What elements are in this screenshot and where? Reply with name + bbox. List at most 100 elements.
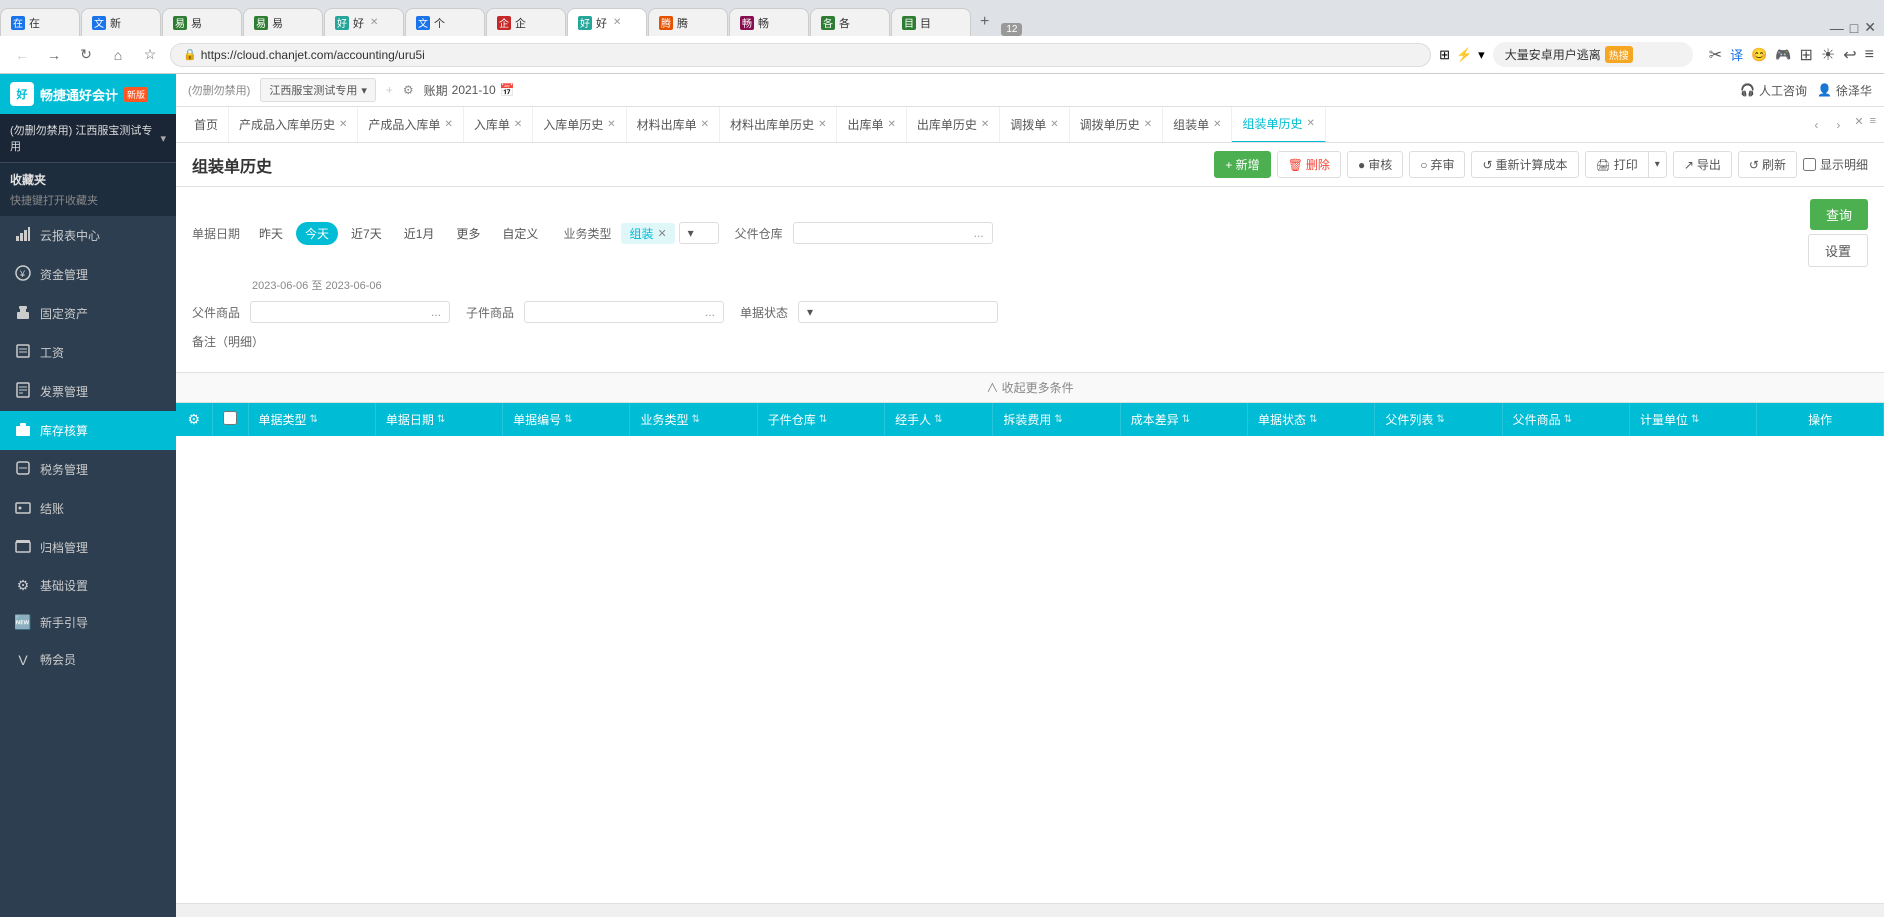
th-child-warehouse[interactable]: 子件仓库⇅ [757,403,884,436]
show-detail-checkbox[interactable] [1803,158,1816,171]
apps-icon[interactable]: ⊞ [1439,47,1450,63]
user-area[interactable]: 👤 徐泽华 [1817,82,1872,99]
game-icon[interactable]: 🎮 [1775,47,1791,63]
delete-button[interactable]: 🗑 删除 [1277,151,1341,178]
company-selector[interactable]: (勿删勿禁用) 江西服宝测试专用 ▾ [0,114,176,163]
th-settings[interactable]: ⚙ [176,403,212,436]
nav-tab-close-3[interactable]: ✕ [514,119,522,130]
nav-more[interactable]: ≡ [1870,115,1876,135]
nav-tab-close-6[interactable]: ✕ [818,119,826,130]
browser-tab-7[interactable]: 企 企 [486,8,566,36]
nav-tab-close-5[interactable]: ✕ [701,119,709,130]
nav-tab-transfer-history[interactable]: 调拨单历史 ✕ [1070,107,1163,143]
browser-tab-6[interactable]: 文 个 [405,8,485,36]
show-detail-checkbox-label[interactable]: 显示明细 [1803,156,1868,173]
date-btn-custom[interactable]: 自定义 [493,222,547,245]
recalc-button[interactable]: ↺ 重新计算成本 [1471,151,1578,178]
query-button[interactable]: 查询 [1810,199,1868,230]
browser-tab-2[interactable]: 文 新 [81,8,161,36]
date-btn-7days[interactable]: 近7天 [342,222,391,245]
undo-icon[interactable]: ↩ [1843,45,1856,65]
maximize-button[interactable]: □ [1850,20,1858,36]
sidebar-item-invoice[interactable]: 发票管理 [0,372,176,411]
nav-tab-close-9[interactable]: ✕ [1050,119,1058,130]
new-tab-button[interactable]: + [972,8,997,36]
abandon-button[interactable]: ○ 弃审 [1409,151,1465,178]
tab-close-8[interactable]: ✕ [613,17,621,28]
nav-tab-transfer[interactable]: 调拨单 ✕ [1000,107,1069,143]
sidebar-item-inventory[interactable]: 库存核算 [0,411,176,450]
translate-icon[interactable]: 译 [1730,45,1743,64]
date-btn-1month[interactable]: 近1月 [395,222,444,245]
scissors-icon[interactable]: ✂ [1709,45,1722,65]
tab-close-5[interactable]: ✕ [370,17,378,28]
sidebar-item-guide[interactable]: 🆕 新手引导 [0,604,176,641]
sun-icon[interactable]: ☀ [1821,45,1835,65]
favorites-subtitle[interactable]: 快捷键打开收藏夹 [10,192,166,208]
refresh-button[interactable]: ↻ [74,43,98,67]
nav-tab-prod-inbound-history[interactable]: 产成品入库单历史 ✕ [229,107,358,143]
parent-warehouse-more[interactable]: ... [974,226,984,240]
th-date[interactable]: 单据日期⇅ [375,403,502,436]
export-button[interactable]: ↗ 导出 [1673,151,1732,178]
th-biz-type[interactable]: 业务类型⇅ [630,403,757,436]
nav-tab-material-outbound[interactable]: 材料出库单 ✕ [627,107,720,143]
sidebar-item-member[interactable]: V 畅会员 [0,641,176,678]
parent-goods-more[interactable]: ... [431,305,441,319]
th-disassembly-fee[interactable]: 拆装费用⇅ [993,403,1120,436]
nav-tab-prod-inbound[interactable]: 产成品入库单 ✕ [358,107,463,143]
star-button[interactable]: ☆ [138,43,162,67]
print-dropdown-arrow[interactable]: ▾ [1649,155,1666,174]
sidebar-logo[interactable]: 好 畅捷通好会计 新版 [0,74,176,114]
browser-tab-1[interactable]: 在 在 [0,8,80,36]
lightning-icon[interactable]: ⚡ [1456,47,1472,63]
th-type[interactable]: 单据类型⇅ [248,403,375,436]
home-button[interactable]: ⌂ [106,43,130,67]
menu-icon[interactable]: ≡ [1865,46,1874,64]
nav-next-arrow[interactable]: › [1828,115,1848,135]
back-button[interactable]: ← [10,43,34,67]
collapse-bar[interactable]: ∧ 收起更多条件 [176,373,1884,403]
sidebar-item-settings[interactable]: ⚙ 基础设置 [0,567,176,604]
sidebar-item-tax[interactable]: 税务管理 [0,450,176,489]
nav-tab-assembly[interactable]: 组装单 ✕ [1163,107,1232,143]
sidebar-item-assets[interactable]: 固定资产 [0,294,176,333]
th-parent-list[interactable]: 父件列表⇅ [1375,403,1502,436]
browser-tab-12[interactable]: 目 目 [891,8,971,36]
browser-tab-9[interactable]: 腾 腾 [648,8,728,36]
nav-tab-close-1[interactable]: ✕ [339,119,347,130]
gear-icon[interactable]: ⚙ [403,83,414,97]
browser-tab-8[interactable]: 好 好 ✕ [567,8,647,36]
nav-close-all[interactable]: ✕ [1854,115,1863,135]
th-number[interactable]: 单据编号⇅ [503,403,630,436]
calendar-icon[interactable]: 📅 [500,83,515,97]
nav-tab-close-7[interactable]: ✕ [887,119,895,130]
nav-prev-arrow[interactable]: ‹ [1806,115,1826,135]
plus-icon[interactable]: + [386,83,393,97]
settings-button[interactable]: 设置 [1808,234,1868,267]
dropdown-arrow[interactable]: ▾ [1478,47,1485,63]
child-goods-more[interactable]: ... [705,305,715,319]
th-checkbox[interactable] [212,403,248,436]
sidebar-item-finance[interactable]: ¥ 资金管理 [0,255,176,294]
date-btn-today[interactable]: 今天 [296,222,338,245]
grid-icon[interactable]: ⊞ [1800,45,1813,65]
order-status-dropdown[interactable]: ▾ [798,301,998,323]
browser-tab-5[interactable]: 好 好 ✕ [324,8,404,36]
browser-tab-11[interactable]: 各 各 [810,8,890,36]
child-goods-input[interactable]: ... [524,301,724,323]
nav-tab-outbound[interactable]: 出库单 ✕ [837,107,906,143]
business-type-tag-close[interactable]: ✕ [657,227,666,240]
date-btn-more[interactable]: 更多 [447,222,489,245]
bottom-scrollbar[interactable] [176,903,1884,917]
sidebar-item-account[interactable]: 结账 [0,489,176,528]
th-parent-goods[interactable]: 父件商品⇅ [1502,403,1629,436]
sidebar-item-archive[interactable]: 归档管理 [0,528,176,567]
nav-tab-close-8[interactable]: ✕ [981,119,989,130]
select-all-checkbox[interactable] [223,411,237,425]
nav-tab-close-10[interactable]: ✕ [1144,119,1152,130]
forward-button[interactable]: → [42,43,66,67]
nav-tab-close-2[interactable]: ✕ [444,119,452,130]
th-unit[interactable]: 计量单位⇅ [1629,403,1756,436]
parent-warehouse-input[interactable]: ... [793,222,993,244]
